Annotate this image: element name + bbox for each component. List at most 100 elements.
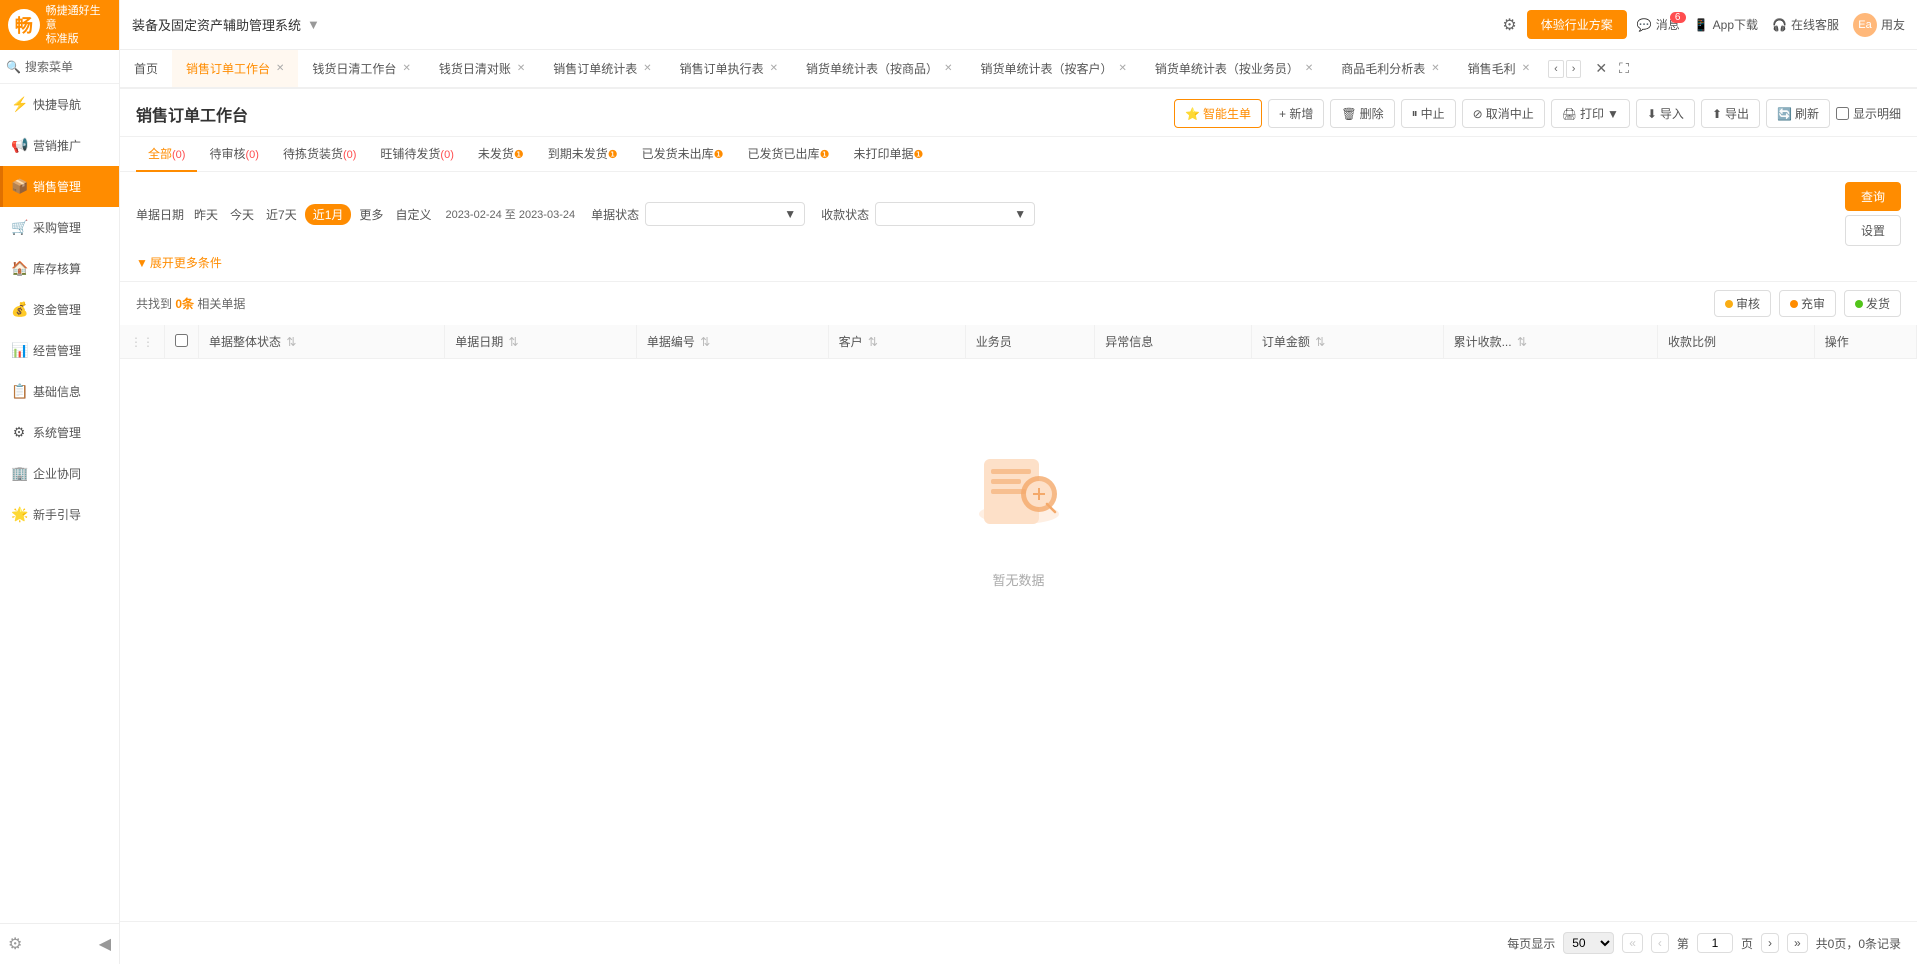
- col-status: 单据整体状态 ⇅: [199, 325, 445, 359]
- date-btn-custom[interactable]: 自定义: [391, 204, 435, 225]
- smart-generate-button[interactable]: ⭐ 智能生单: [1174, 99, 1262, 128]
- col-date: 单据日期 ⇅: [445, 325, 637, 359]
- tab-close-all[interactable]: ✕: [1591, 58, 1611, 79]
- select-all-checkbox[interactable]: [175, 334, 188, 347]
- per-page-select[interactable]: 10 20 50 100: [1563, 932, 1614, 954]
- tab-sales-by-product[interactable]: 销货单统计表（按商品） ✕: [792, 50, 966, 89]
- sub-tab-not-printed[interactable]: 未打印单据❶: [841, 137, 935, 172]
- sidebar-logo: 畅 畅捷通好生意 标准版: [0, 0, 119, 50]
- show-detail-checkbox[interactable]: [1836, 107, 1849, 120]
- marketing-icon: 📢: [11, 137, 27, 154]
- export-button[interactable]: ⬆ 导出: [1701, 99, 1760, 128]
- close-tab-gross-margin[interactable]: ✕: [1431, 63, 1439, 74]
- sidebar-item-basic-info[interactable]: 📋 基础信息: [0, 371, 119, 412]
- message-item[interactable]: 💬 6 消息: [1637, 16, 1680, 33]
- sort-amount-icon[interactable]: ⇅: [1315, 335, 1325, 349]
- date-btn-today[interactable]: 今天: [226, 204, 258, 225]
- last-page-button[interactable]: »: [1787, 933, 1808, 953]
- collapse-icon[interactable]: ◀: [99, 934, 111, 954]
- tab-sales-by-customer[interactable]: 销货单统计表（按客户） ✕: [966, 50, 1140, 89]
- sub-tab-not-shipped[interactable]: 未发货❶: [466, 137, 536, 172]
- tab-next-arrow[interactable]: ›: [1566, 60, 1582, 78]
- filter-status-select[interactable]: ▼: [645, 202, 805, 226]
- close-tab-sales-workbench[interactable]: ✕: [276, 63, 284, 74]
- close-tab-sales-by-product[interactable]: ✕: [944, 63, 952, 74]
- tab-gross-margin[interactable]: 商品毛利分析表 ✕: [1327, 50, 1453, 89]
- close-tab-cash-daily[interactable]: ✕: [402, 63, 410, 74]
- sidebar-item-inventory[interactable]: 🏠 库存核算: [0, 248, 119, 289]
- set-button[interactable]: 设置: [1845, 215, 1901, 246]
- sort-number-icon[interactable]: ⇅: [700, 335, 710, 349]
- topbar-dropdown-icon[interactable]: ▼: [307, 17, 320, 32]
- cancel-pause-button[interactable]: ⊘ 取消中止: [1462, 99, 1545, 128]
- review-action-button[interactable]: 审核: [1714, 290, 1771, 317]
- tab-maximize[interactable]: ⛶: [1615, 58, 1633, 79]
- sort-customer-icon[interactable]: ⇅: [868, 335, 878, 349]
- sidebar-item-sales[interactable]: 📦 销售管理: [0, 166, 119, 207]
- query-button[interactable]: 查询: [1845, 182, 1901, 211]
- topbar-gear-icon[interactable]: ⚙: [1502, 15, 1516, 35]
- print-button[interactable]: 🖨 打印 ▼: [1551, 99, 1630, 128]
- date-btn-7days[interactable]: 近7天: [262, 204, 301, 225]
- page-number-input[interactable]: [1697, 933, 1733, 953]
- import-button[interactable]: ⬇ 导入: [1636, 99, 1695, 128]
- tab-cash-daily[interactable]: 钱货日清工作台 ✕: [298, 50, 424, 89]
- sub-tab-shipped-out[interactable]: 已发货已出库❶: [736, 137, 842, 172]
- sidebar-item-system[interactable]: ⚙ 系统管理: [0, 412, 119, 453]
- tab-sales-profit[interactable]: 销售毛利 ✕: [1454, 50, 1544, 89]
- pause-button[interactable]: ⏸ 中止: [1401, 99, 1456, 128]
- sidebar-item-guide[interactable]: 🌟 新手引导: [0, 494, 119, 535]
- user-item[interactable]: Ea 用友: [1853, 13, 1905, 37]
- tab-home[interactable]: 首页: [120, 50, 172, 89]
- filter-payment-select[interactable]: ▼: [875, 202, 1035, 226]
- close-tab-sales-exec[interactable]: ✕: [770, 63, 778, 74]
- next-page-button[interactable]: ›: [1761, 933, 1779, 953]
- tab-sales-stats[interactable]: 销售订单统计表 ✕: [539, 50, 665, 89]
- sub-tab-wangpu[interactable]: 旺铺待发货(0): [368, 137, 465, 172]
- tab-prev-arrow[interactable]: ‹: [1548, 60, 1564, 78]
- sidebar-item-enterprise[interactable]: 🏢 企业协同: [0, 453, 119, 494]
- sort-status-icon[interactable]: ⇅: [286, 335, 296, 349]
- refresh-button[interactable]: 🔄 刷新: [1766, 99, 1830, 128]
- tab-cash-reconcile[interactable]: 钱货日清对账 ✕: [425, 50, 539, 89]
- date-btn-month[interactable]: 近1月: [305, 204, 352, 225]
- sub-tab-pending-review[interactable]: 待审核(0): [197, 137, 270, 172]
- sidebar-item-finance[interactable]: 💰 资金管理: [0, 289, 119, 330]
- close-tab-sales-by-customer[interactable]: ✕: [1118, 63, 1126, 74]
- sort-collected-icon[interactable]: ⇅: [1517, 335, 1527, 349]
- sub-tab-shipped-not-out[interactable]: 已发货未出库❶: [630, 137, 736, 172]
- sidebar-item-purchase[interactable]: 🛒 采购管理: [0, 207, 119, 248]
- industry-solution-button[interactable]: 体验行业方案: [1527, 10, 1627, 39]
- first-page-button[interactable]: «: [1622, 933, 1643, 953]
- sub-tab-overdue-not-shipped[interactable]: 到期未发货❶: [536, 137, 630, 172]
- ship-action-button[interactable]: 发货: [1844, 290, 1901, 317]
- add-button[interactable]: + 新增: [1268, 99, 1324, 128]
- sub-tab-pending-inspect[interactable]: 待拣货装货(0): [271, 137, 368, 172]
- close-tab-sales-profit[interactable]: ✕: [1522, 63, 1530, 74]
- app-download-item[interactable]: 📱 App下载: [1694, 16, 1758, 33]
- sidebar-item-quick-nav[interactable]: ⚡ 快捷导航: [0, 84, 119, 125]
- sidebar-item-operations[interactable]: 📊 经营管理: [0, 330, 119, 371]
- cancel-review-action-button[interactable]: 充审: [1779, 290, 1836, 317]
- settings-icon[interactable]: ⚙: [8, 934, 22, 954]
- close-tab-sales-by-staff[interactable]: ✕: [1305, 63, 1313, 74]
- sidebar-search[interactable]: 🔍 搜索菜单: [0, 50, 119, 84]
- delete-button[interactable]: 🗑 删除: [1330, 99, 1394, 128]
- date-btn-more[interactable]: 更多: [355, 204, 387, 225]
- close-tab-sales-stats[interactable]: ✕: [643, 63, 651, 74]
- expand-more-button[interactable]: ▼ 展开更多条件: [136, 254, 222, 271]
- show-detail-checkbox-label[interactable]: 显示明细: [1836, 105, 1901, 122]
- tab-sales-exec[interactable]: 销售订单执行表 ✕: [666, 50, 792, 89]
- sidebar-item-marketing[interactable]: 📢 营销推广: [0, 125, 119, 166]
- tab-sales-workbench[interactable]: 销售订单工作台 ✕: [172, 50, 298, 89]
- col-abnormal: 异常信息: [1095, 325, 1252, 359]
- close-tab-cash-reconcile[interactable]: ✕: [517, 63, 525, 74]
- table-header: ⋮⋮ 单据整体状态 ⇅ 单据日期 ⇅ 单据编号: [120, 325, 1917, 359]
- sort-date-icon[interactable]: ⇅: [509, 335, 519, 349]
- date-btn-yesterday[interactable]: 昨天: [190, 204, 222, 225]
- support-item[interactable]: 🎧 在线客服: [1772, 16, 1839, 33]
- prev-page-button[interactable]: ‹: [1651, 933, 1669, 953]
- sub-tab-all[interactable]: 全部(0): [136, 137, 197, 172]
- tab-sales-by-staff[interactable]: 销货单统计表（按业务员） ✕: [1141, 50, 1327, 89]
- system-icon: ⚙: [11, 424, 27, 441]
